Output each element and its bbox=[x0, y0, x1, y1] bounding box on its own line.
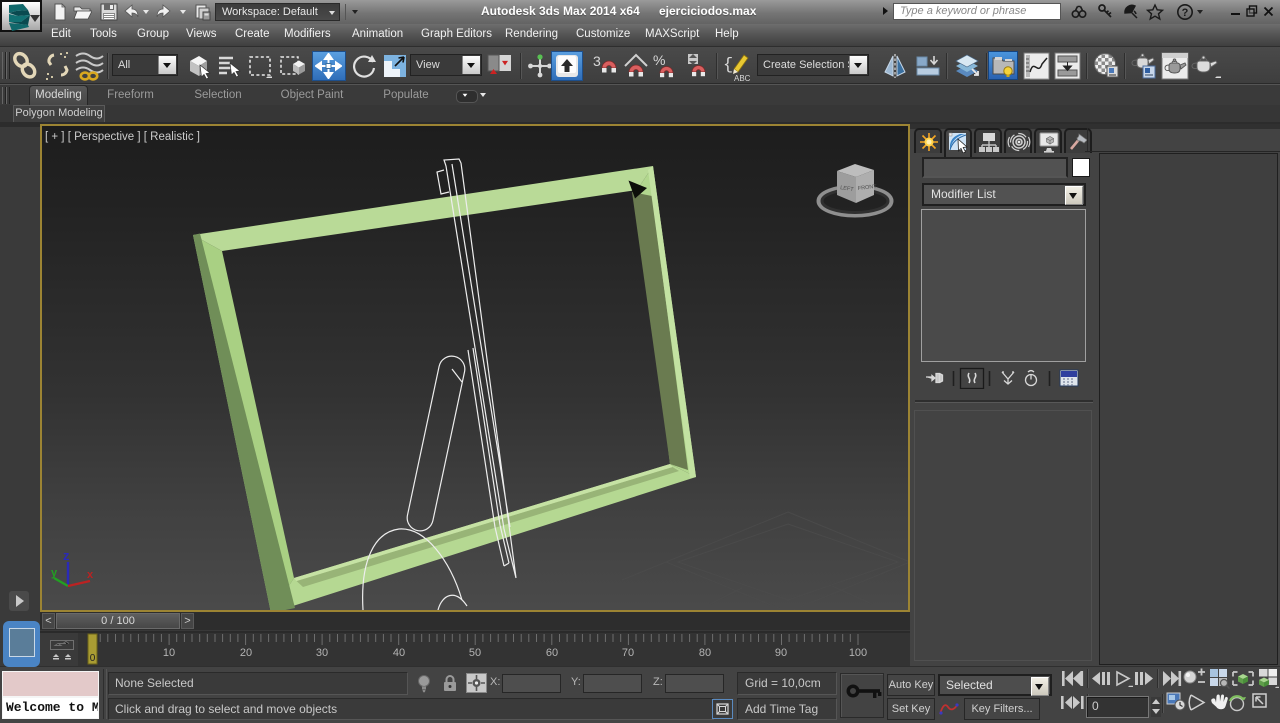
svg-text:z: z bbox=[63, 548, 70, 563]
svg-text:?: ? bbox=[1182, 7, 1189, 19]
svg-text:x: x bbox=[87, 569, 94, 581]
svg-text:90: 90 bbox=[775, 647, 787, 659]
svg-text:y: y bbox=[51, 567, 58, 579]
svg-text:60: 60 bbox=[546, 647, 558, 659]
svg-text:0: 0 bbox=[90, 653, 96, 664]
svg-text:{: { bbox=[723, 56, 733, 75]
svg-text:%: % bbox=[653, 52, 665, 68]
svg-text:ABC: ABC bbox=[734, 74, 751, 82]
svg-text:20: 20 bbox=[240, 647, 252, 659]
svg-text:40: 40 bbox=[393, 647, 405, 659]
svg-text:70: 70 bbox=[622, 647, 634, 659]
svg-text:100: 100 bbox=[849, 647, 867, 659]
svg-text:30: 30 bbox=[316, 647, 328, 659]
svg-text:80: 80 bbox=[699, 647, 711, 659]
svg-text:50: 50 bbox=[469, 647, 481, 659]
svg-text:3: 3 bbox=[593, 53, 601, 69]
svg-text:10: 10 bbox=[163, 647, 175, 659]
